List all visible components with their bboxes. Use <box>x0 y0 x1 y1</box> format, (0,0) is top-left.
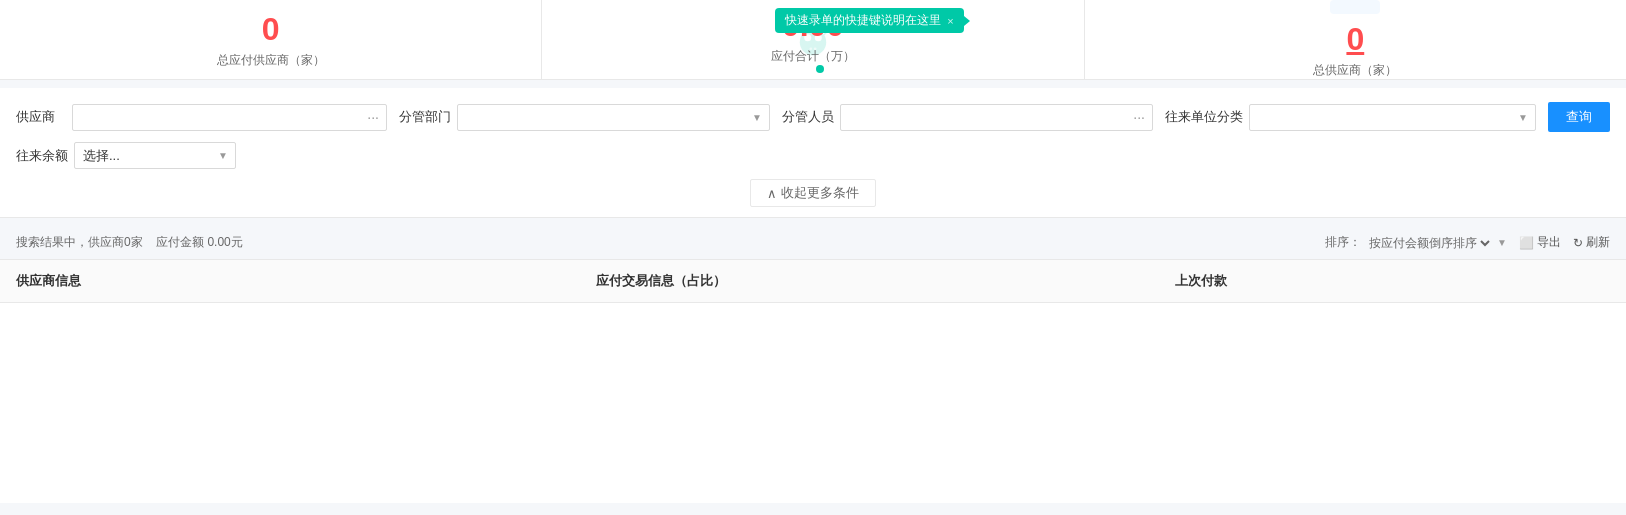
refresh-icon: ↻ <box>1573 236 1583 250</box>
sort-arrow-icon: ▼ <box>1497 237 1507 248</box>
sort-label: 排序： <box>1325 234 1361 251</box>
balance-label: 往来余额 <box>16 147 68 165</box>
result-amount-label: 应付金额 <box>156 235 204 249</box>
filter-supplier: 供应商 ··· <box>16 104 387 131</box>
table-col-transaction: 应付交易信息（占比） <box>596 272 1176 290</box>
refresh-label: 刷新 <box>1586 234 1610 251</box>
department-select[interactable] <box>457 104 770 131</box>
stat-label-payable-total: 应付合计（万） <box>771 48 855 65</box>
balance-select[interactable]: 选择... <box>74 142 236 169</box>
table-header: 供应商信息 应付交易信息（占比） 上次付款 <box>0 260 1626 303</box>
result-text-prefix: 搜索结果中，供应商 <box>16 235 124 249</box>
unit-category-select[interactable] <box>1249 104 1536 131</box>
stats-bar: 0 总应付供应商（家） 0.00 应付合计（万） 快速录单的快捷键说明在这里 ×… <box>0 0 1626 80</box>
export-icon: ⬜ <box>1519 236 1534 250</box>
supplier-input[interactable] <box>72 104 387 131</box>
stat-number-total-suppliers: 0 <box>1346 20 1364 58</box>
tooltip-bubble: 快速录单的快捷键说明在这里 × <box>775 8 963 33</box>
result-bar: 搜索结果中，供应商0家 应付金额 0.00元 排序： 按应付会额倒序排序 ▼ ⬜… <box>0 226 1626 260</box>
tooltip-text: 快速录单的快捷键说明在这里 <box>785 12 941 29</box>
table-area: 供应商信息 应付交易信息（占比） 上次付款 <box>0 260 1626 503</box>
filter-unit-category: 往来单位分类 ▼ <box>1165 104 1536 131</box>
table-empty-state <box>0 303 1626 503</box>
stat-label-payable-suppliers: 总应付供应商（家） <box>217 52 325 69</box>
export-btn[interactable]: ⬜ 导出 <box>1519 234 1561 251</box>
person-dots-btn[interactable]: ··· <box>1133 109 1145 125</box>
result-amount-value: 0.00元 <box>207 235 242 249</box>
supplier-dots-btn[interactable]: ··· <box>367 109 379 125</box>
result-supplier-unit: 家 <box>131 235 143 249</box>
filter-person: 分管人员 ··· <box>782 104 1153 131</box>
stat-icon-box <box>1330 0 1380 14</box>
stat-number-payable-suppliers: 0 <box>262 10 280 48</box>
table-col-last-payment: 上次付款 <box>1175 272 1610 290</box>
table-col-supplier: 供应商信息 <box>16 272 596 290</box>
stat-total-suppliers: 0 总供应商（家） <box>1085 0 1626 79</box>
filter-area: 供应商 ··· 分管部门 ▼ 分管人员 ··· <box>0 88 1626 218</box>
collapse-icon: ∧ <box>767 186 777 201</box>
collapse-row: ∧ 收起更多条件 <box>16 179 1610 207</box>
sort-select[interactable]: 按应付会额倒序排序 <box>1365 235 1493 251</box>
refresh-btn[interactable]: ↻ 刷新 <box>1573 234 1610 251</box>
stat-label-total-suppliers: 总供应商（家） <box>1313 62 1397 79</box>
person-input-wrapper: ··· <box>840 104 1153 131</box>
department-select-wrapper: ▼ <box>457 104 770 131</box>
collapse-label: 收起更多条件 <box>781 184 859 202</box>
supplier-label: 供应商 <box>16 108 66 126</box>
unit-category-label: 往来单位分类 <box>1165 108 1243 126</box>
filter-row-1: 供应商 ··· 分管部门 ▼ 分管人员 ··· <box>16 102 1610 132</box>
result-summary: 搜索结果中，供应商0家 应付金额 0.00元 <box>16 234 243 251</box>
sort-wrapper: 排序： 按应付会额倒序排序 ▼ <box>1325 234 1507 251</box>
tooltip-close-btn[interactable]: × <box>947 15 953 27</box>
result-actions: 排序： 按应付会额倒序排序 ▼ ⬜ 导出 ↻ 刷新 <box>1325 234 1610 251</box>
supplier-input-wrapper: ··· <box>72 104 387 131</box>
filter-balance: 往来余额 选择... ▼ <box>16 142 236 169</box>
query-button[interactable]: 查询 <box>1548 102 1610 132</box>
department-label: 分管部门 <box>399 108 451 126</box>
stat-payable-total: 0.00 应付合计（万） 快速录单的快捷键说明在这里 × <box>542 0 1084 79</box>
collapse-btn[interactable]: ∧ 收起更多条件 <box>750 179 876 207</box>
filter-department: 分管部门 ▼ <box>399 104 770 131</box>
unit-category-select-wrapper: ▼ <box>1249 104 1536 131</box>
balance-select-wrapper: 选择... ▼ <box>74 142 236 169</box>
person-label: 分管人员 <box>782 108 834 126</box>
tooltip-dot <box>816 65 824 73</box>
result-supplier-count: 0 <box>124 235 131 249</box>
person-input[interactable] <box>840 104 1153 131</box>
stat-total-payable-suppliers: 0 总应付供应商（家） <box>0 0 542 79</box>
filter-row-2: 往来余额 选择... ▼ <box>16 142 1610 169</box>
export-label: 导出 <box>1537 234 1561 251</box>
